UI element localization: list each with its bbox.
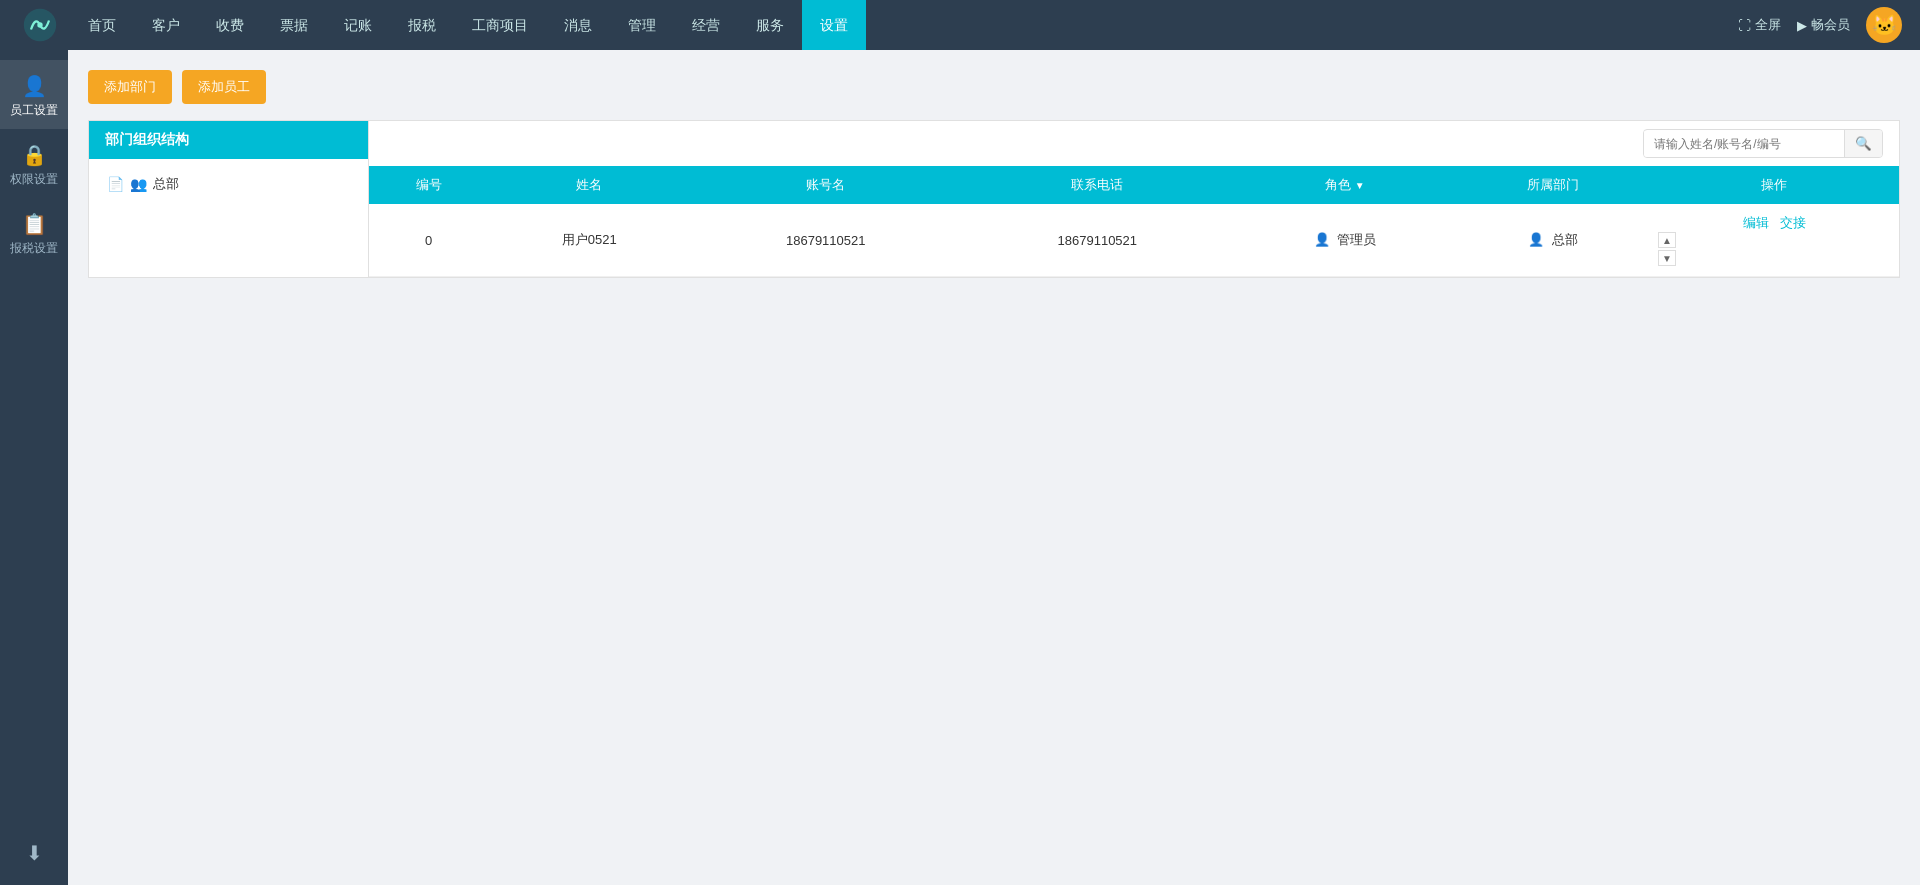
dept-tree-item-root[interactable]: 📄 👥 总部 — [99, 169, 358, 199]
table-row: 0 用户0521 18679110521 18679110521 👤 管理员 👤… — [369, 204, 1899, 277]
search-button[interactable]: 🔍 — [1844, 130, 1882, 157]
cell-account: 18679110521 — [690, 204, 962, 277]
tax-icon: 📋 — [22, 212, 47, 236]
nav-fee[interactable]: 收费 — [198, 0, 262, 50]
play-icon: ▶ — [1797, 18, 1807, 33]
dept-tree-body: 📄 👥 总部 — [89, 159, 368, 209]
sidebar-download-button[interactable]: ⬇ — [26, 827, 43, 875]
svg-point-1 — [37, 22, 42, 27]
sidebar-item-tax-settings[interactable]: 📋 报税设置 — [0, 198, 68, 267]
main-content: 添加部门 添加员工 部门组织结构 📄 👥 总部 🔍 — [68, 50, 1920, 885]
employee-table: 编号 姓名 账号名 联系电话 角色 ▼ 所属部门 操作 0 — [369, 166, 1899, 277]
col-id: 编号 — [369, 166, 488, 204]
nav-manage[interactable]: 管理 — [610, 0, 674, 50]
dept-tree-panel: 部门组织结构 📄 👥 总部 — [89, 121, 369, 277]
row-scroll-arrows: ▲ ▼ — [1658, 232, 1891, 266]
nav-service[interactable]: 服务 — [738, 0, 802, 50]
nav-home[interactable]: 首页 — [70, 0, 134, 50]
cell-id: 0 — [369, 204, 488, 277]
edit-button[interactable]: 编辑 — [1743, 215, 1769, 230]
dept-tree-header: 部门组织结构 — [89, 121, 368, 159]
role-user-icon: 👤 — [1314, 232, 1330, 247]
sidebar-item-permission[interactable]: 🔒 权限设置 — [0, 129, 68, 198]
nav-invoice[interactable]: 票据 — [262, 0, 326, 50]
download-icon: ⬇ — [26, 841, 43, 865]
table-toolbar: 🔍 — [369, 121, 1899, 166]
search-icon: 🔍 — [1855, 136, 1872, 151]
cell-phone: 18679110521 — [962, 204, 1234, 277]
top-navigation: 首页 客户 收费 票据 记账 报税 工商项目 消息 管理 经营 服务 设置 ⛶ … — [0, 0, 1920, 50]
fullscreen-button[interactable]: ⛶ 全屏 — [1738, 16, 1781, 34]
nav-tax[interactable]: 报税 — [390, 0, 454, 50]
col-account: 账号名 — [690, 166, 962, 204]
search-input[interactable] — [1644, 131, 1844, 157]
nav-message[interactable]: 消息 — [546, 0, 610, 50]
col-role: 角色 ▼ — [1233, 166, 1457, 204]
fullscreen-icon: ⛶ — [1738, 18, 1751, 33]
sidebar-item-employee[interactable]: 👤 员工设置 — [0, 60, 68, 129]
cell-name: 用户0521 — [488, 204, 690, 277]
nav-settings[interactable]: 设置 — [802, 0, 866, 50]
nav-operation[interactable]: 经营 — [674, 0, 738, 50]
scroll-up-button[interactable]: ▲ — [1658, 232, 1676, 248]
table-header-row: 编号 姓名 账号名 联系电话 角色 ▼ 所属部门 操作 — [369, 166, 1899, 204]
add-dept-button[interactable]: 添加部门 — [88, 70, 172, 104]
nav-customer[interactable]: 客户 — [134, 0, 198, 50]
col-phone: 联系电话 — [962, 166, 1234, 204]
transfer-button[interactable]: 交接 — [1780, 215, 1806, 230]
sidebar-bottom: ⬇ — [26, 827, 43, 875]
employee-table-panel: 🔍 编号 姓名 账号名 联系电话 角色 ▼ 所属部门 — [369, 121, 1899, 277]
content-area: 部门组织结构 📄 👥 总部 🔍 — [88, 120, 1900, 278]
cell-role: 👤 管理员 — [1233, 204, 1457, 277]
member-button[interactable]: ▶ 畅会员 — [1797, 16, 1850, 34]
nav-menu: 首页 客户 收费 票据 记账 报税 工商项目 消息 管理 经营 服务 设置 — [70, 0, 1738, 50]
col-ops: 操作 — [1650, 166, 1899, 204]
employee-icon: 👤 — [22, 74, 47, 98]
col-dept: 所属部门 — [1457, 166, 1650, 204]
nav-business[interactable]: 工商项目 — [454, 0, 546, 50]
cell-ops: 编辑 交接 ▲ ▼ — [1650, 204, 1899, 277]
nav-right-actions: ⛶ 全屏 ▶ 畅会员 🐱 — [1738, 7, 1902, 43]
filter-icon[interactable]: ▼ — [1355, 180, 1365, 191]
col-name: 姓名 — [488, 166, 690, 204]
sidebar: 👤 员工设置 🔒 权限设置 📋 报税设置 ⬇ — [0, 50, 68, 885]
dept-name-root: 总部 — [153, 175, 179, 193]
lock-icon: 🔒 — [22, 143, 47, 167]
logo — [10, 7, 70, 43]
scroll-down-button[interactable]: ▼ — [1658, 250, 1676, 266]
user-group-icon: 👥 — [130, 176, 147, 192]
cell-dept: 👤 总部 — [1457, 204, 1650, 277]
file-icon: 📄 — [107, 176, 124, 192]
nav-bookkeeping[interactable]: 记账 — [326, 0, 390, 50]
dept-user-icon: 👤 — [1528, 232, 1544, 247]
avatar[interactable]: 🐱 — [1866, 7, 1902, 43]
action-bar: 添加部门 添加员工 — [88, 70, 1900, 104]
add-employee-button[interactable]: 添加员工 — [182, 70, 266, 104]
search-box: 🔍 — [1643, 129, 1883, 158]
